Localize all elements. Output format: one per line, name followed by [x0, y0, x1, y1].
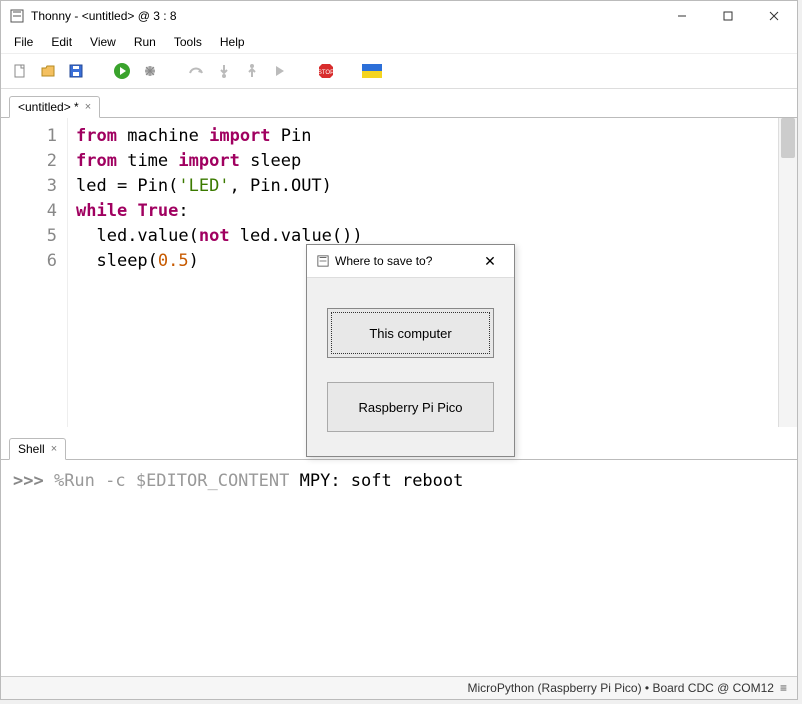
line-gutter: 1 2 3 4 5 6 — [1, 118, 68, 427]
close-button[interactable] — [751, 1, 797, 31]
menu-edit[interactable]: Edit — [44, 33, 79, 51]
app-window: Thonny - <untitled> @ 3 : 8 File Edit Vi… — [0, 0, 798, 700]
line-number: 6 — [1, 249, 57, 274]
line-number: 3 — [1, 174, 57, 199]
close-shell-icon[interactable]: × — [51, 443, 57, 455]
maximize-button[interactable] — [705, 1, 751, 31]
app-icon — [317, 255, 329, 267]
window-buttons — [659, 1, 797, 31]
save-location-dialog: Where to save to? ✕ This computer Raspbe… — [306, 244, 515, 457]
interpreter-status[interactable]: MicroPython (Raspberry Pi Pico) • Board … — [468, 681, 774, 695]
run-icon[interactable] — [111, 60, 133, 82]
minimize-button[interactable] — [659, 1, 705, 31]
save-icon[interactable] — [65, 60, 87, 82]
titlebar: Thonny - <untitled> @ 3 : 8 — [1, 1, 797, 31]
line-number: 4 — [1, 199, 57, 224]
shell-output: MPY: soft reboot — [300, 471, 464, 491]
menu-tools[interactable]: Tools — [167, 33, 209, 51]
statusbar: MicroPython (Raspberry Pi Pico) • Board … — [1, 676, 797, 699]
line-number: 2 — [1, 149, 57, 174]
app-icon — [9, 8, 25, 24]
line-number: 1 — [1, 124, 57, 149]
step-into-icon[interactable] — [213, 60, 235, 82]
line-number: 5 — [1, 224, 57, 249]
raspberry-pi-pico-button[interactable]: Raspberry Pi Pico — [327, 382, 494, 432]
dialog-title: Where to save to? — [335, 254, 432, 268]
menu-file[interactable]: File — [7, 33, 40, 51]
menu-run[interactable]: Run — [127, 33, 163, 51]
open-file-icon[interactable] — [37, 60, 59, 82]
flag-icon[interactable] — [361, 60, 383, 82]
menu-help[interactable]: Help — [213, 33, 252, 51]
dialog-body: This computer Raspberry Pi Pico — [307, 278, 514, 456]
toolbar: STOP — [1, 54, 797, 89]
dialog-close-icon[interactable]: ✕ — [476, 253, 504, 270]
scrollbar-thumb[interactable] — [781, 118, 795, 158]
shell-prompt: >>> — [13, 471, 54, 491]
close-tab-icon[interactable]: × — [85, 101, 91, 113]
step-out-icon[interactable] — [241, 60, 263, 82]
editor-tabs: <untitled> * × — [1, 89, 797, 117]
file-tab[interactable]: <untitled> * × — [9, 96, 100, 118]
menubar: File Edit View Run Tools Help — [1, 31, 797, 54]
debug-icon[interactable] — [139, 60, 161, 82]
shell-tab-label: Shell — [18, 442, 45, 456]
new-file-icon[interactable] — [9, 60, 31, 82]
file-tab-label: <untitled> * — [18, 100, 79, 114]
shell-run-line: %Run -c $EDITOR_CONTENT — [54, 471, 289, 491]
resume-icon[interactable] — [269, 60, 291, 82]
window-title: Thonny - <untitled> @ 3 : 8 — [31, 9, 177, 23]
menu-view[interactable]: View — [83, 33, 123, 51]
stop-icon[interactable]: STOP — [315, 60, 337, 82]
dialog-titlebar: Where to save to? ✕ — [307, 245, 514, 278]
step-over-icon[interactable] — [185, 60, 207, 82]
this-computer-button[interactable]: This computer — [327, 308, 494, 358]
shell-pane[interactable]: >>> %Run -c $EDITOR_CONTENT MPY: soft re… — [1, 459, 797, 676]
editor-scrollbar[interactable] — [778, 118, 797, 427]
shell-tab[interactable]: Shell × — [9, 438, 66, 460]
svg-text:STOP: STOP — [318, 70, 334, 76]
menu-icon[interactable]: ≡ — [780, 681, 787, 695]
